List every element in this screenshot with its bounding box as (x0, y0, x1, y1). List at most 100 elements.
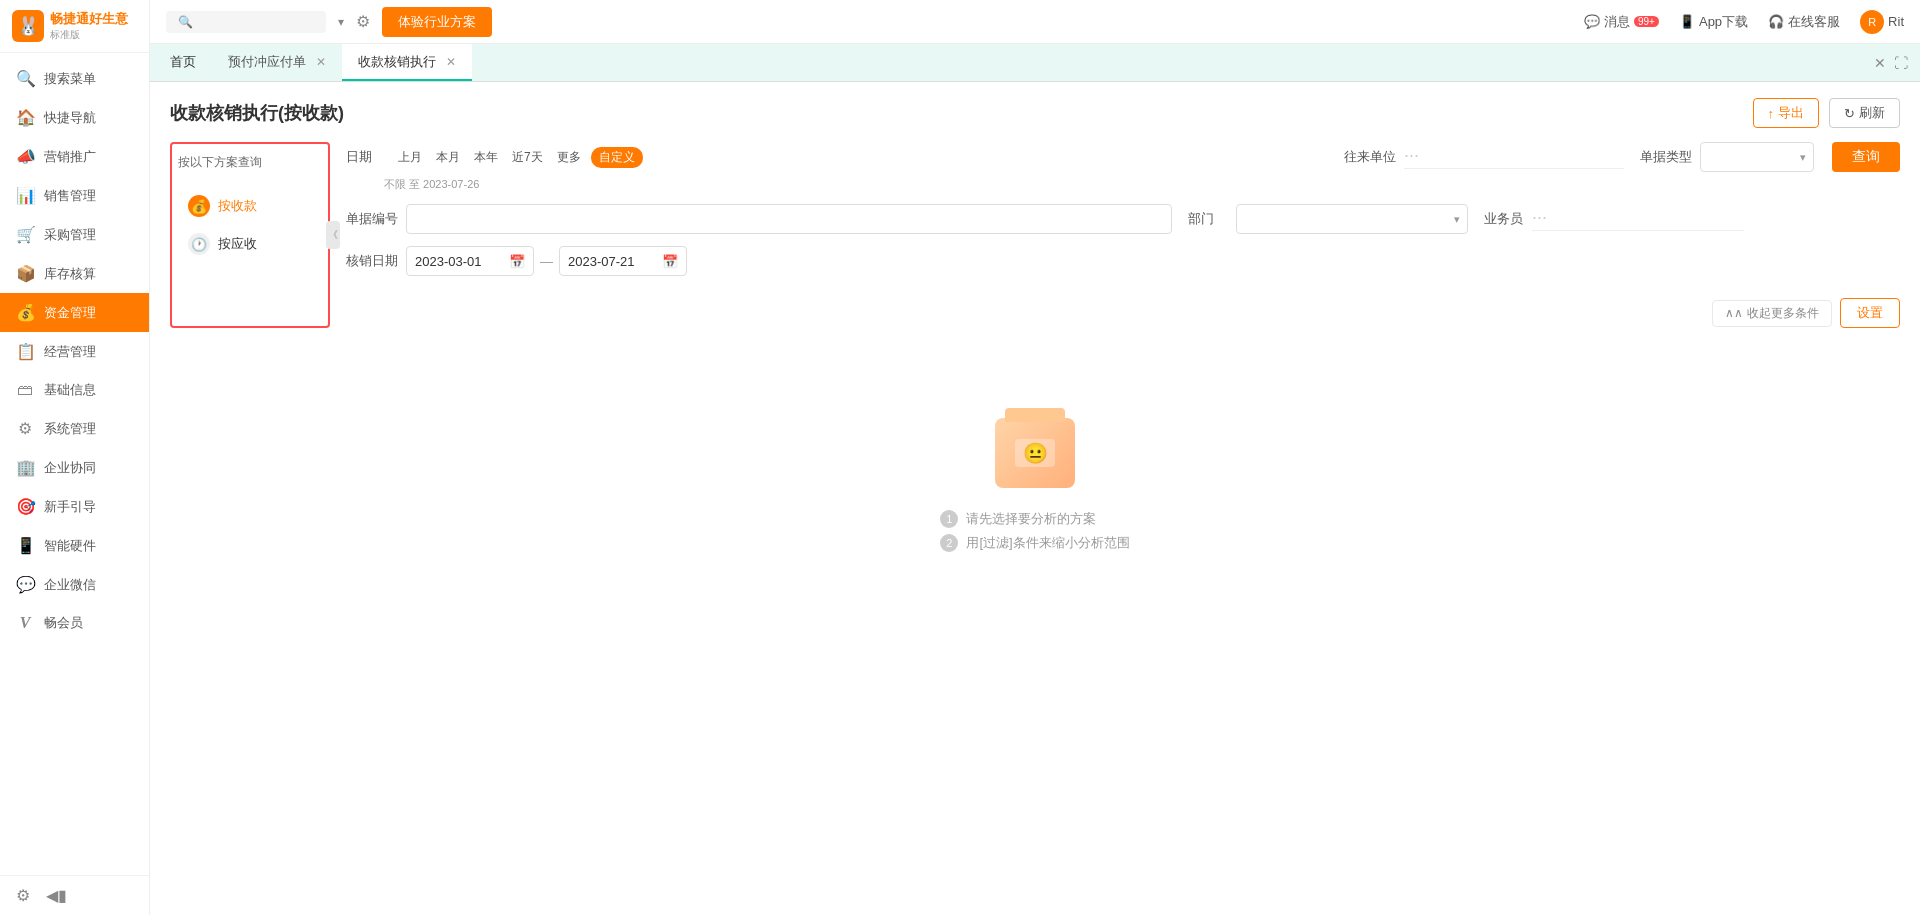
sidebar-item-ops[interactable]: 📋 经营管理 (0, 332, 149, 371)
filter-option-by-receivable[interactable]: 🕐 按应收 (178, 225, 322, 263)
staff-input[interactable]: ··· (1532, 207, 1744, 231)
export-button[interactable]: ↑ 导出 (1753, 98, 1820, 128)
filter-layout: 按以下方案查询 💰 按收款 🕐 按应收 《 (170, 142, 1900, 328)
inventory-nav-icon: 📦 (16, 264, 34, 283)
member-nav-icon: V (16, 614, 34, 632)
voucher-no-input[interactable] (406, 204, 1172, 234)
tab-prepay[interactable]: 预付冲应付单 ✕ (212, 44, 342, 81)
shortcut-7days[interactable]: 近7天 (508, 147, 547, 168)
hardware-nav-icon: 📱 (16, 536, 34, 555)
dept-select-wrapper (1236, 204, 1468, 234)
voucher-type-select[interactable] (1700, 142, 1814, 172)
sidebar-logo: 🐰 畅捷通好生意 标准版 (0, 0, 149, 53)
sidebar-settings-icon[interactable]: ⚙ (16, 886, 30, 905)
filter-field-voucher-no: 单据编号 (346, 204, 1172, 234)
sidebar-item-system[interactable]: ⚙ 系统管理 (0, 409, 149, 448)
finance-nav-icon: 💰 (16, 303, 34, 322)
tabbar-expand-btn[interactable]: ⛶ (1894, 55, 1908, 71)
verify-date-label: 核销日期 (346, 252, 398, 270)
empty-hints: 1 请先选择要分析的方案 2 用[过滤]条件来缩小分析范围 (940, 510, 1129, 552)
sidebar-item-marketing[interactable]: 📣 营销推广 (0, 137, 149, 176)
tabbar-actions: ✕ ⛶ (1874, 44, 1916, 81)
topbar-message-item[interactable]: 💬 消息 99+ (1584, 13, 1659, 31)
hint-num-1: 1 (940, 510, 958, 528)
topbar-online-service[interactable]: 🎧 在线客服 (1768, 13, 1840, 31)
receipt-scheme-icon: 💰 (188, 195, 210, 217)
date-shortcuts: 上月 本月 本年 近7天 更多 自定义 (394, 147, 643, 168)
page-actions: ↑ 导出 ↻ 刷新 (1753, 98, 1901, 128)
system-nav-icon: ⚙ (16, 419, 34, 438)
dept-select[interactable] (1236, 204, 1468, 234)
topbar-dropdown-chevron[interactable]: ▾ (338, 15, 344, 29)
purchase-nav-icon: 🛒 (16, 225, 34, 244)
tab-prepay-close[interactable]: ✕ (316, 55, 326, 69)
refresh-button[interactable]: ↻ 刷新 (1829, 98, 1900, 128)
main-area: 🔍 ▾ ⚙ 体验行业方案 💬 消息 99+ 📱 App下载 🎧 在线客服 R R… (150, 0, 1920, 915)
tab-home[interactable]: 首页 (154, 44, 212, 81)
verify-date-end-input[interactable] (568, 254, 658, 269)
tab-home-label: 首页 (170, 53, 196, 71)
sidebar-collapse-icon[interactable]: ◀▮ (46, 886, 67, 905)
collapse-more-btn[interactable]: ∧∧ 收起更多条件 (1712, 300, 1832, 327)
filter-row-3: 核销日期 📅 — 📅 (346, 246, 1900, 276)
sidebar-item-purchase[interactable]: 🛒 采购管理 (0, 215, 149, 254)
tab-receipt[interactable]: 收款核销执行 ✕ (342, 44, 472, 81)
topbar-search-box[interactable]: 🔍 (166, 11, 326, 33)
refresh-icon: ↻ (1844, 106, 1855, 121)
message-badge: 99+ (1634, 16, 1659, 27)
sidebar-item-member[interactable]: V 畅会员 (0, 604, 149, 642)
filter-panel-collapse-btn[interactable]: 《 (326, 221, 340, 249)
empty-box: 😐 (995, 418, 1075, 488)
verify-date-start-wrap: 📅 (406, 246, 534, 276)
sidebar-item-corp[interactable]: 🏢 企业协同 (0, 448, 149, 487)
topbar-industry-button[interactable]: 体验行业方案 (382, 7, 492, 37)
counterpart-input[interactable]: ··· (1404, 145, 1624, 169)
filter-field-counterpart: 往来单位 ··· (1344, 145, 1624, 169)
voucher-type-select-wrapper (1700, 142, 1814, 172)
filter-scheme-title: 按以下方案查询 (178, 154, 322, 177)
verify-date-end-wrap: 📅 (559, 246, 687, 276)
date-label: 日期 (346, 148, 386, 166)
topbar-user-area[interactable]: R Rit (1860, 10, 1904, 34)
filter-scheme-panel: 按以下方案查询 💰 按收款 🕐 按应收 《 (170, 142, 330, 328)
filter-fields: 日期 上月 本月 本年 近7天 更多 自定义 (346, 142, 1900, 328)
sidebar-item-guide[interactable]: 🎯 新手引导 (0, 487, 149, 526)
sidebar-item-hardware[interactable]: 📱 智能硬件 (0, 526, 149, 565)
counterpart-label: 往来单位 (1344, 148, 1396, 166)
verify-date-end-cal-icon[interactable]: 📅 (662, 254, 678, 269)
shortcut-custom[interactable]: 自定义 (591, 147, 643, 168)
sidebar-item-finance[interactable]: 💰 资金管理 (0, 293, 149, 332)
filter-field-date: 日期 上月 本月 本年 近7天 更多 自定义 (346, 147, 1311, 168)
verify-date-start-cal-icon[interactable]: 📅 (509, 254, 525, 269)
topbar: 🔍 ▾ ⚙ 体验行业方案 💬 消息 99+ 📱 App下载 🎧 在线客服 R R… (150, 0, 1920, 44)
settings-button[interactable]: 设置 (1840, 298, 1900, 328)
shortcut-curr-year[interactable]: 本年 (470, 147, 502, 168)
query-button[interactable]: 查询 (1832, 142, 1900, 172)
hint-num-2: 2 (940, 534, 958, 552)
shortcut-curr-month[interactable]: 本月 (432, 147, 464, 168)
topbar-app-download[interactable]: 📱 App下载 (1679, 13, 1748, 31)
tabbar: 首页 预付冲应付单 ✕ 收款核销执行 ✕ ✕ ⛶ (150, 44, 1920, 82)
sidebar-item-inventory[interactable]: 📦 库存核算 (0, 254, 149, 293)
shortcut-more[interactable]: 更多 (553, 147, 585, 168)
shortcut-prev-month[interactable]: 上月 (394, 147, 426, 168)
export-icon: ↑ (1768, 106, 1775, 121)
collapse-more-chevron: ∧∧ (1725, 306, 1743, 320)
sidebar-item-basic[interactable]: 🗃 基础信息 (0, 371, 149, 409)
mobile-icon: 📱 (1679, 14, 1695, 29)
sidebar-item-wechat[interactable]: 💬 企业微信 (0, 565, 149, 604)
headset-icon: 🎧 (1768, 14, 1784, 29)
tab-receipt-close[interactable]: ✕ (446, 55, 456, 69)
topbar-gear-icon[interactable]: ⚙ (356, 12, 370, 31)
verify-date-range: 📅 — 📅 (406, 246, 687, 276)
filter-field-voucher-type: 单据类型 查询 (1640, 142, 1900, 172)
corp-nav-icon: 🏢 (16, 458, 34, 477)
sidebar-item-search[interactable]: 🔍 搜索菜单 (0, 59, 149, 98)
sidebar-item-quick-nav[interactable]: 🏠 快捷导航 (0, 98, 149, 137)
filter-option-by-receipt[interactable]: 💰 按收款 (178, 187, 322, 225)
content-area: 收款核销执行(按收款) ↑ 导出 ↻ 刷新 按以下方案查询 (150, 82, 1920, 915)
tabbar-close-all-btn[interactable]: ✕ (1874, 55, 1886, 71)
sidebar-item-sales[interactable]: 📊 销售管理 (0, 176, 149, 215)
verify-date-start-input[interactable] (415, 254, 505, 269)
empty-hint-2: 2 用[过滤]条件来缩小分析范围 (940, 534, 1129, 552)
